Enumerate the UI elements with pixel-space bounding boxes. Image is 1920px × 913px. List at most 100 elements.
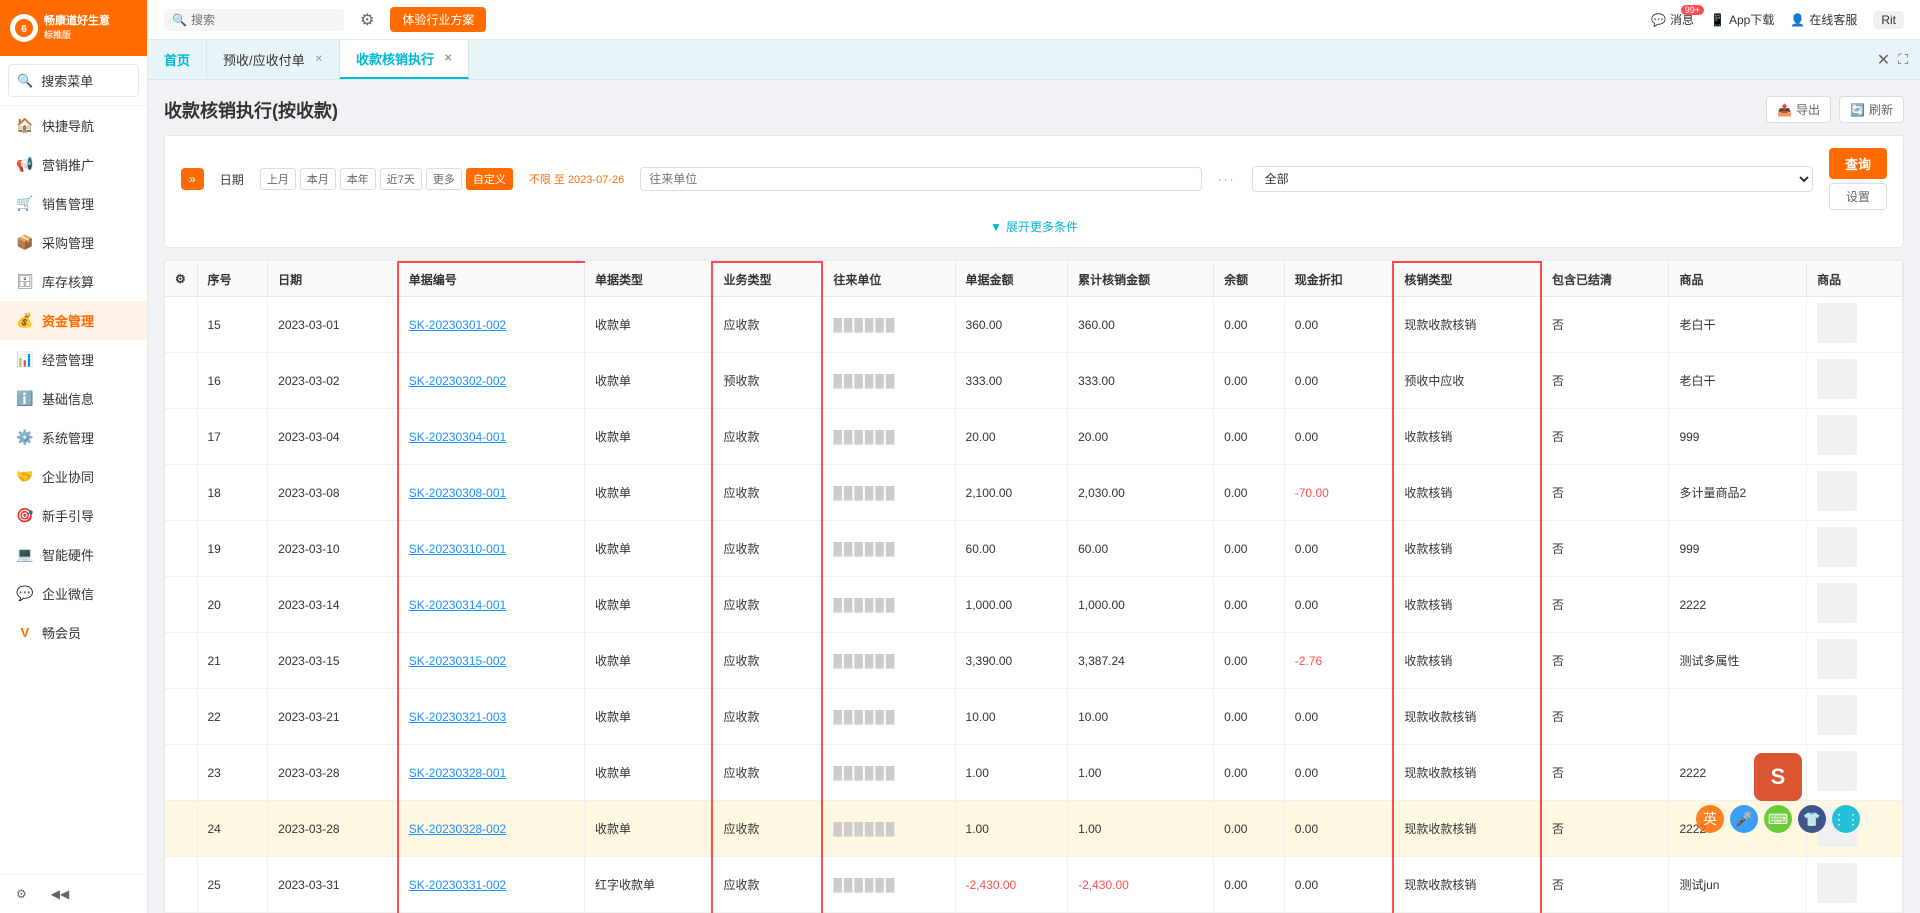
this-month-btn[interactable]: 本月 [300, 168, 336, 190]
cell-9: 0.00 [1214, 577, 1285, 633]
solution-button[interactable]: 体验行业方案 [390, 7, 486, 32]
cell-14 [1807, 353, 1903, 409]
sidebar-collapse-btn[interactable]: ◀◀ [43, 883, 77, 905]
sidebar-item-member[interactable]: V 畅会员 [0, 613, 147, 652]
last-7days-btn[interactable]: 近7天 [380, 168, 422, 190]
cell-3[interactable]: SK-20230328-001 [398, 745, 585, 801]
search-menu-btn[interactable]: 🔍 搜索菜单 [8, 64, 139, 97]
more-date-btn[interactable]: 更多 [426, 168, 462, 190]
table-row[interactable]: 222023-03-21SK-20230321-003收款单应收款██████1… [165, 689, 1903, 745]
message-btn[interactable]: 💬 消息 99+ [1651, 11, 1694, 28]
topbar-search-input[interactable] [191, 13, 331, 27]
partner-input[interactable] [640, 167, 1201, 191]
refresh-button[interactable]: 🔄 刷新 [1839, 96, 1904, 123]
cell-3[interactable]: SK-20230302-002 [398, 353, 585, 409]
cell-12: 否 [1541, 801, 1669, 857]
sidebar-item-inventory[interactable]: 🗄 库存核算 [0, 262, 147, 301]
enterprise-icon: 🤝 [16, 468, 34, 486]
tabbar-close-btn[interactable]: ✕ [1877, 50, 1890, 70]
cell-3[interactable]: SK-20230321-003 [398, 689, 585, 745]
cell-10: 0.00 [1284, 801, 1393, 857]
sidebar-settings-btn[interactable]: ⚙ [8, 883, 35, 905]
table-row[interactable]: 202023-03-14SK-20230314-001收款单应收款██████1… [165, 577, 1903, 633]
sidebar-item-label: 库存核算 [42, 272, 94, 291]
last-month-btn[interactable]: 上月 [260, 168, 296, 190]
sidebar-item-hardware[interactable]: 💻 智能硬件 [0, 535, 147, 574]
sidebar-item-newbie[interactable]: 🎯 新手引导 [0, 496, 147, 535]
topbar: 🔍 ⚙ 体验行业方案 💬 消息 99+ 📱 App下载 👤 在线客服 Rit [148, 0, 1920, 40]
this-year-btn[interactable]: 本年 [340, 168, 376, 190]
cell-6: ██████ [822, 521, 955, 577]
app-download-btn[interactable]: 📱 App下载 [1710, 11, 1774, 28]
sidebar-item-system[interactable]: ⚙️ 系统管理 [0, 418, 147, 457]
cell-6: ██████ [822, 745, 955, 801]
cell-7: 360.00 [955, 297, 1068, 353]
cell-5: 应收款 [712, 521, 822, 577]
sidebar-item-sales[interactable]: 🛒 销售管理 [0, 184, 147, 223]
cell-7: 1.00 [955, 745, 1068, 801]
doctype-select[interactable]: 全部 收款单 红字收款单 [1252, 166, 1813, 192]
table-row[interactable]: 162023-03-02SK-20230302-002收款单预收款██████3… [165, 353, 1903, 409]
cell-3[interactable]: SK-20230315-002 [398, 633, 585, 689]
cell-3[interactable]: SK-20230310-001 [398, 521, 585, 577]
sidebar-item-marketing[interactable]: 📢 营销推广 [0, 145, 147, 184]
sidebar-item-operation[interactable]: 📊 经营管理 [0, 340, 147, 379]
sidebar-item-wechat[interactable]: 💬 企业微信 [0, 574, 147, 613]
sidebar-item-quicknav[interactable]: 🏠 快捷导航 [0, 106, 147, 145]
table-row[interactable]: 192023-03-10SK-20230310-001收款单应收款██████6… [165, 521, 1903, 577]
topbar-gear-icon[interactable]: ⚙ [360, 10, 374, 30]
tab-prepay-close[interactable]: ✕ [315, 54, 323, 65]
app-icon: 📱 [1710, 13, 1725, 27]
cell-10: 0.00 [1284, 521, 1393, 577]
table-row[interactable]: 172023-03-04SK-20230304-001收款单应收款██████2… [165, 409, 1903, 465]
cell-3[interactable]: SK-20230301-002 [398, 297, 585, 353]
cell-10: 0.00 [1284, 745, 1393, 801]
sidebar-item-basic[interactable]: ℹ️ 基础信息 [0, 379, 147, 418]
tabbar-expand-btn[interactable]: ⛶ [1898, 51, 1908, 68]
tab-home[interactable]: 首页 [148, 40, 207, 79]
sidebar-item-purchase[interactable]: 📦 采购管理 [0, 223, 147, 262]
message-icon: 💬 [1651, 13, 1666, 27]
tab-verify[interactable]: 收款核销执行 ✕ [340, 40, 469, 79]
product-image [1817, 415, 1857, 455]
user-menu-btn[interactable]: Rit [1873, 11, 1904, 29]
expand-more-btn[interactable]: ▼ 展开更多条件 [990, 218, 1078, 235]
cell-8: 10.00 [1068, 689, 1214, 745]
online-service-btn[interactable]: 👤 在线客服 [1790, 11, 1857, 28]
filter-setting-btn[interactable]: 设置 [1829, 183, 1887, 210]
filter-collapse-btn[interactable]: » [181, 168, 204, 190]
cell-3[interactable]: SK-20230314-001 [398, 577, 585, 633]
cell-9: 0.00 [1214, 409, 1285, 465]
sidebar-item-finance[interactable]: 💰 资金管理 [0, 301, 147, 340]
table-row[interactable]: 242023-03-28SK-20230328-002收款单应收款██████1… [165, 801, 1903, 857]
cell-3[interactable]: SK-20230328-002 [398, 801, 585, 857]
cell-3[interactable]: SK-20230331-002 [398, 857, 585, 913]
tab-prepay[interactable]: 预收/应收付单 ✕ [207, 40, 340, 79]
query-button[interactable]: 查询 [1829, 148, 1887, 179]
sidebar-item-enterprise[interactable]: 🤝 企业协同 [0, 457, 147, 496]
cell-0 [165, 689, 197, 745]
data-table-container: ⚙ 序号 日期 单据编号 单据类型 业务类型 往来单位 单据金额 累计核销金额 … [164, 260, 1904, 913]
tab-verify-close[interactable]: ✕ [444, 53, 452, 64]
table-row[interactable]: 152023-03-01SK-20230301-002收款单应收款██████3… [165, 297, 1903, 353]
table-row[interactable]: 252023-03-31SK-20230331-002红字收款单应收款█████… [165, 857, 1903, 913]
cell-3[interactable]: SK-20230308-001 [398, 465, 585, 521]
table-row[interactable]: 232023-03-28SK-20230328-001收款单应收款██████1… [165, 745, 1903, 801]
custom-date-btn[interactable]: 自定义 [466, 168, 513, 190]
cell-3[interactable]: SK-20230304-001 [398, 409, 585, 465]
cell-0 [165, 633, 197, 689]
cell-0 [165, 353, 197, 409]
table-row[interactable]: 182023-03-08SK-20230308-001收款单应收款██████2… [165, 465, 1903, 521]
th-settings[interactable]: ⚙ [165, 262, 197, 297]
sidebar-item-label: 经营管理 [42, 350, 94, 369]
cell-7: 333.00 [955, 353, 1068, 409]
product-image [1817, 359, 1857, 399]
cell-6: ██████ [822, 297, 955, 353]
product-image [1817, 807, 1857, 847]
cell-4: 收款单 [584, 465, 712, 521]
cell-5: 应收款 [712, 297, 822, 353]
sidebar-search-area: 🔍 搜索菜单 [0, 56, 147, 106]
cell-0 [165, 465, 197, 521]
table-row[interactable]: 212023-03-15SK-20230315-002收款单应收款██████3… [165, 633, 1903, 689]
export-button[interactable]: 📤 导出 [1766, 96, 1831, 123]
